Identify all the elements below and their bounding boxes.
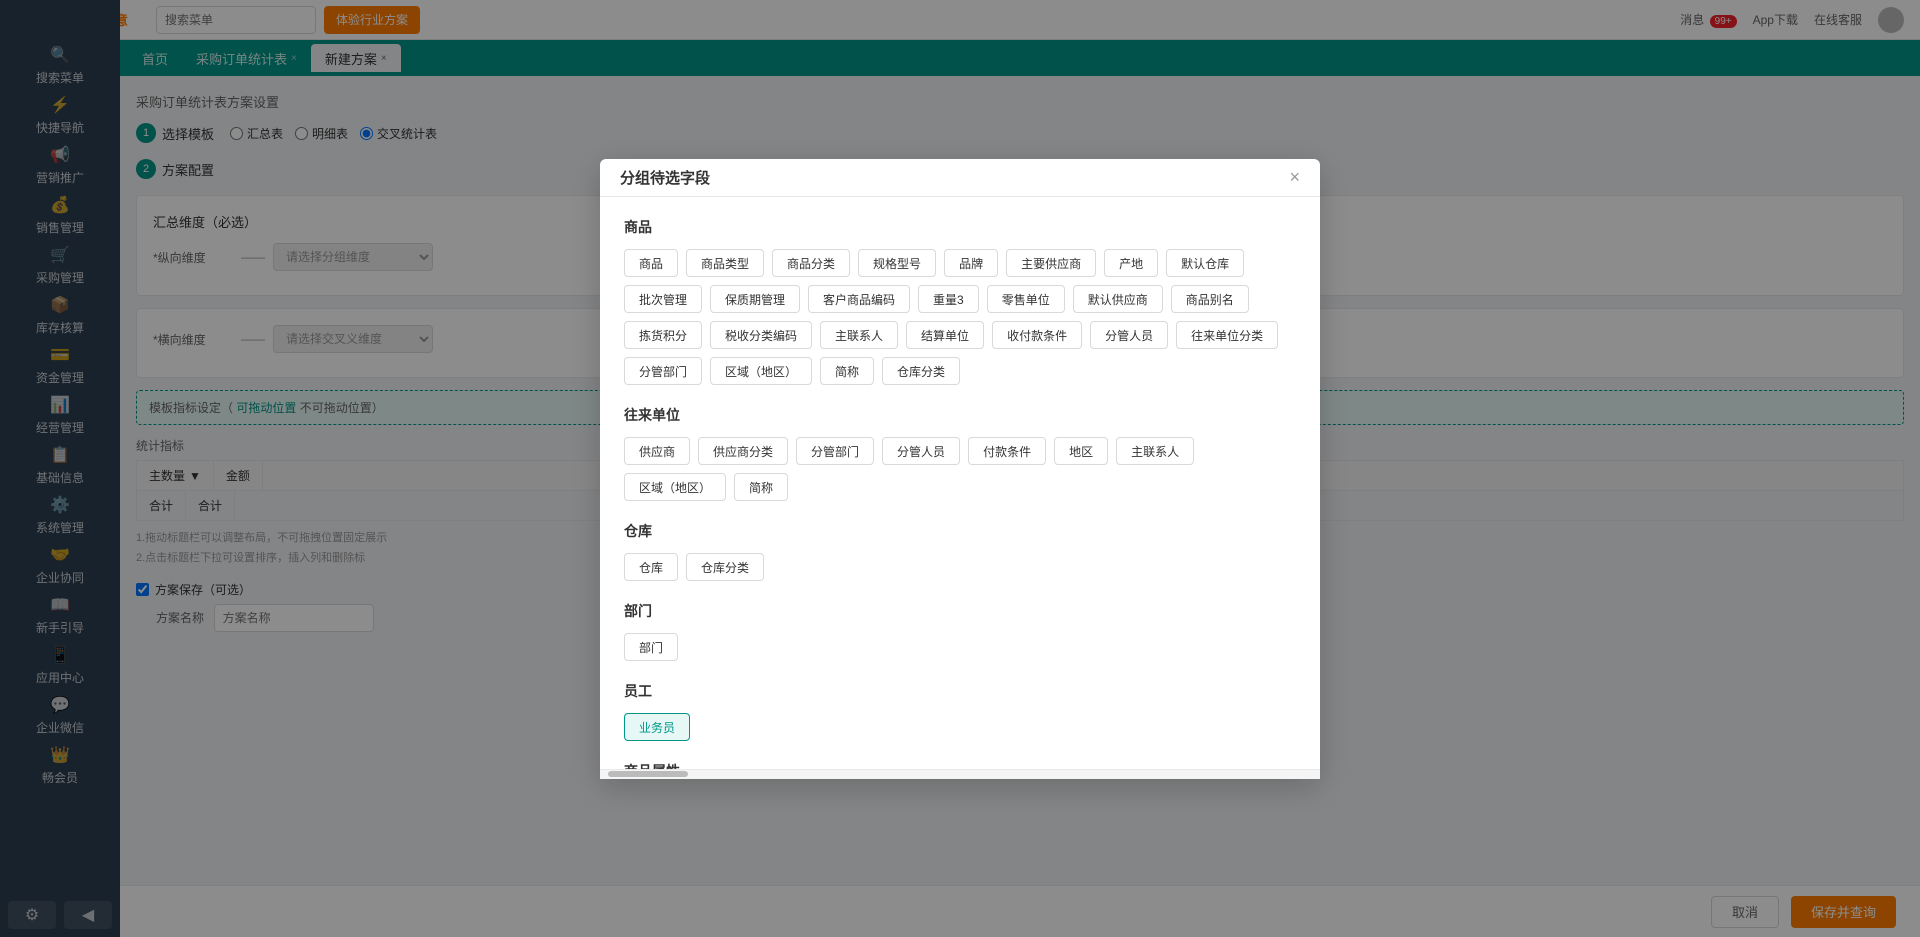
field-tag[interactable]: 默认仓库 <box>1166 249 1244 277</box>
field-tag[interactable]: 规格型号 <box>858 249 936 277</box>
field-tag[interactable]: 收付款条件 <box>992 321 1082 349</box>
field-tag[interactable]: 仓库分类 <box>686 553 764 581</box>
modal-hscroll-bar[interactable] <box>608 771 688 777</box>
field-tag[interactable]: 仓库分类 <box>882 357 960 385</box>
field-tag[interactable]: 重量3 <box>918 285 979 313</box>
field-tag[interactable]: 主要供应商 <box>1006 249 1096 277</box>
field-tag[interactable]: 主联系人 <box>820 321 898 349</box>
field-tags-dept: 部门 <box>624 633 1296 661</box>
group-title-product: 商品 <box>624 217 1296 237</box>
modal-title: 分组待选字段 <box>620 167 710 188</box>
group-title-partner: 往来单位 <box>624 405 1296 425</box>
field-tag[interactable]: 默认供应商 <box>1073 285 1163 313</box>
field-tag[interactable]: 批次管理 <box>624 285 702 313</box>
field-tag[interactable]: 分管人员 <box>1090 321 1168 349</box>
field-tags-warehouse: 仓库 仓库分类 <box>624 553 1296 581</box>
field-tag[interactable]: 区域（地区） <box>624 473 726 501</box>
field-tag[interactable]: 分管人员 <box>882 437 960 465</box>
field-group-product: 商品 商品 商品类型 商品分类 规格型号 品牌 主要供应商 产地 默认仓库 批次… <box>624 217 1296 385</box>
field-tag[interactable]: 供应商分类 <box>698 437 788 465</box>
field-tag[interactable]: 商品别名 <box>1171 285 1249 313</box>
field-tag[interactable]: 商品分类 <box>772 249 850 277</box>
field-tag[interactable]: 地区 <box>1054 437 1108 465</box>
field-tag[interactable]: 税收分类编码 <box>710 321 812 349</box>
modal: 分组待选字段 × 商品 商品 商品类型 商品分类 规格型号 品牌 主要供应商 产… <box>600 159 1320 779</box>
field-tag[interactable]: 保质期管理 <box>710 285 800 313</box>
field-tag[interactable]: 零售单位 <box>987 285 1065 313</box>
modal-header: 分组待选字段 × <box>600 159 1320 198</box>
group-title-dept: 部门 <box>624 601 1296 621</box>
field-tag[interactable]: 拣货积分 <box>624 321 702 349</box>
field-tag[interactable]: 客户商品编码 <box>808 285 910 313</box>
field-group-dept: 部门 部门 <box>624 601 1296 661</box>
field-tag[interactable]: 分管部门 <box>796 437 874 465</box>
group-title-product-attr: 商品属性 <box>624 761 1296 769</box>
field-tags-partner: 供应商 供应商分类 分管部门 分管人员 付款条件 地区 主联系人 区域（地区） … <box>624 437 1296 501</box>
field-tag[interactable]: 品牌 <box>944 249 998 277</box>
field-tag[interactable]: 商品类型 <box>686 249 764 277</box>
field-tag[interactable]: 简称 <box>734 473 788 501</box>
field-group-partner: 往来单位 供应商 供应商分类 分管部门 分管人员 付款条件 地区 主联系人 区域… <box>624 405 1296 501</box>
modal-body[interactable]: 商品 商品 商品类型 商品分类 规格型号 品牌 主要供应商 产地 默认仓库 批次… <box>600 197 1320 769</box>
field-tag[interactable]: 主联系人 <box>1116 437 1194 465</box>
field-tag[interactable]: 部门 <box>624 633 678 661</box>
field-tag[interactable]: 供应商 <box>624 437 690 465</box>
field-tags-product: 商品 商品类型 商品分类 规格型号 品牌 主要供应商 产地 默认仓库 批次管理 … <box>624 249 1296 385</box>
field-group-staff: 员工 业务员 <box>624 681 1296 741</box>
field-tag[interactable]: 简称 <box>820 357 874 385</box>
field-tag[interactable]: 往来单位分类 <box>1176 321 1278 349</box>
field-tag[interactable]: 仓库 <box>624 553 678 581</box>
field-tag[interactable]: 付款条件 <box>968 437 1046 465</box>
field-tag[interactable]: 区域（地区） <box>710 357 812 385</box>
field-group-product-attr: 商品属性 属性 颜色 多规格 尺码 鞋码 1 <box>624 761 1296 769</box>
field-tag[interactable]: 商品 <box>624 249 678 277</box>
overlay: 分组待选字段 × 商品 商品 商品类型 商品分类 规格型号 品牌 主要供应商 产… <box>0 0 1920 937</box>
field-tag[interactable]: 结算单位 <box>906 321 984 349</box>
group-title-staff: 员工 <box>624 681 1296 701</box>
field-tag[interactable]: 产地 <box>1104 249 1158 277</box>
field-tag[interactable]: 分管部门 <box>624 357 702 385</box>
field-tag-salesperson[interactable]: 业务员 <box>624 713 690 741</box>
modal-hscroll[interactable] <box>600 769 1320 779</box>
field-group-warehouse: 仓库 仓库 仓库分类 <box>624 521 1296 581</box>
modal-close-button[interactable]: × <box>1289 167 1300 188</box>
field-tags-staff: 业务员 <box>624 713 1296 741</box>
group-title-warehouse: 仓库 <box>624 521 1296 541</box>
